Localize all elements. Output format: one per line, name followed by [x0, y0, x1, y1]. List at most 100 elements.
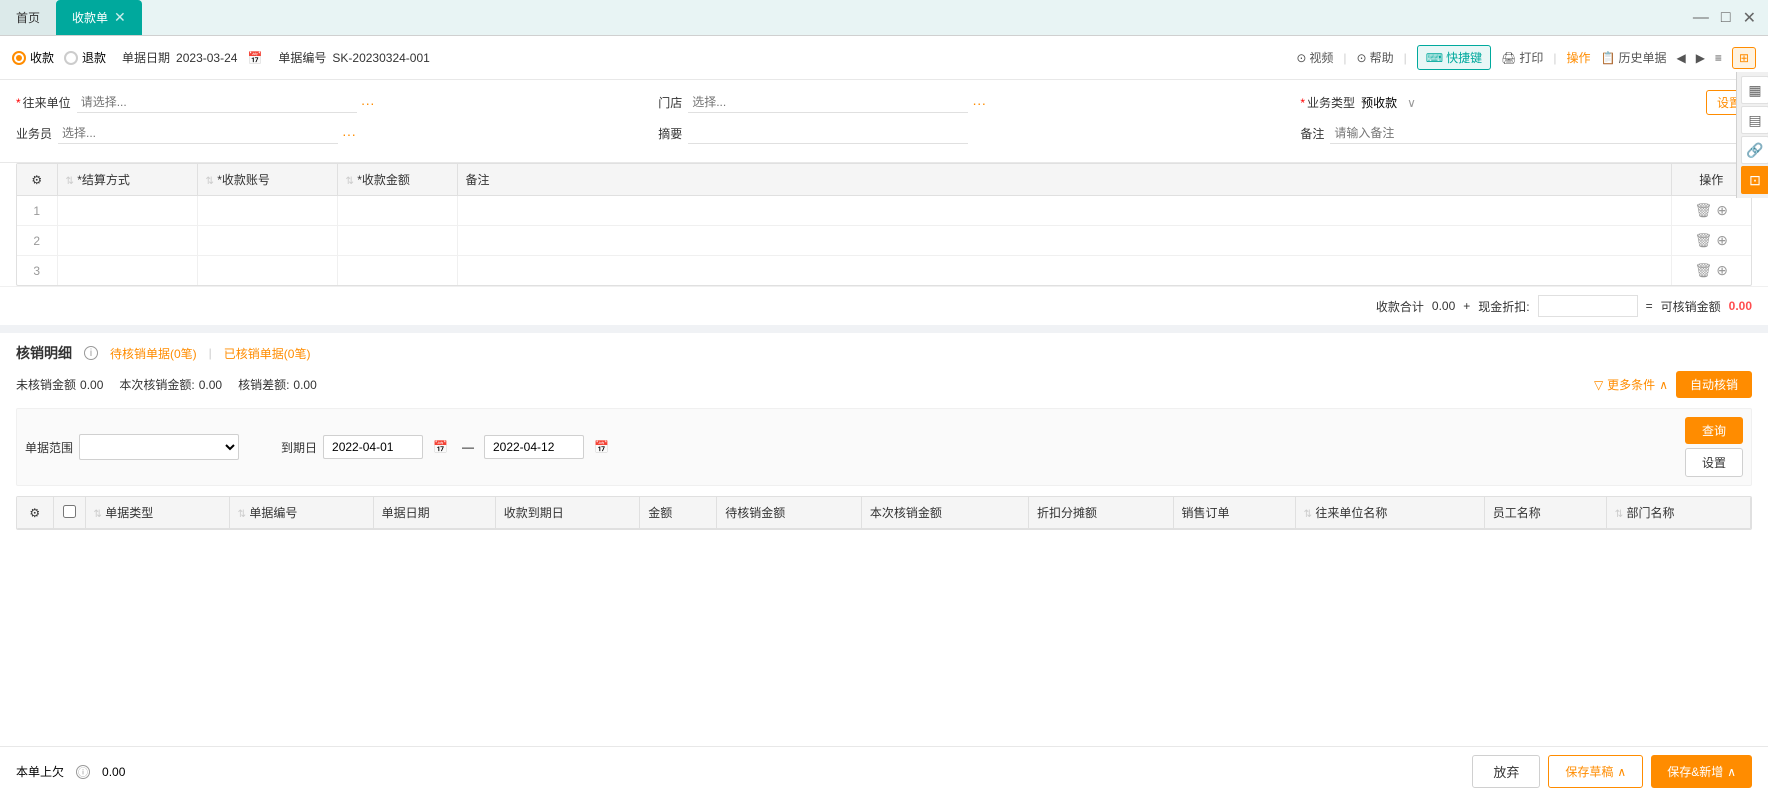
shortcut-btn[interactable]: ⌨ 快捷键: [1417, 45, 1491, 70]
query-btn[interactable]: 查询: [1685, 417, 1743, 444]
delete-icon-1[interactable]: 🗑: [1694, 202, 1712, 219]
reconcile-info-icon[interactable]: i: [84, 346, 98, 360]
bt-col-current: 本次核销金额: [861, 497, 1028, 529]
row1-actions: 🗑 ⊕: [1671, 196, 1751, 226]
radio-refund[interactable]: 退款: [64, 49, 106, 66]
staff-more-btn[interactable]: ···: [338, 126, 360, 142]
date-from-input[interactable]: [323, 435, 423, 459]
copy-icon-1[interactable]: ⊕: [1716, 202, 1728, 219]
history-btn[interactable]: 📋 历史单据: [1600, 49, 1666, 66]
due-label: 到期日: [281, 439, 317, 456]
help-btn[interactable]: ⊙ 帮助: [1357, 49, 1394, 66]
nav-next[interactable]: ▶: [1696, 51, 1705, 65]
abandon-btn[interactable]: 放弃: [1472, 755, 1540, 788]
row1-settlement[interactable]: [57, 196, 197, 226]
discount-input[interactable]: [1538, 295, 1638, 317]
store-field: 门店 ···: [658, 92, 1260, 113]
range-select[interactable]: [79, 434, 239, 460]
remark-input[interactable]: [1330, 123, 1752, 144]
select-all-checkbox[interactable]: [63, 505, 76, 518]
video-label: 视频: [1309, 49, 1333, 66]
row2-amount[interactable]: [337, 226, 457, 256]
tab-close-icon[interactable]: ✕: [114, 9, 126, 26]
row1-remark[interactable]: [457, 196, 1671, 226]
copy-icon-3[interactable]: ⊕: [1716, 262, 1728, 279]
operation-btn[interactable]: 操作: [1566, 49, 1590, 66]
bt-col-due-date: 收款到期日: [495, 497, 640, 529]
row3-settlement[interactable]: [57, 256, 197, 286]
radio-receipt[interactable]: 收款: [12, 49, 54, 66]
close-icon[interactable]: ✕: [1743, 8, 1756, 28]
row2-remark[interactable]: [457, 226, 1671, 256]
store-more-btn[interactable]: ···: [968, 95, 990, 111]
tab-home[interactable]: 首页: [0, 0, 56, 35]
partner-input[interactable]: [77, 92, 357, 113]
row2-settlement[interactable]: [57, 226, 197, 256]
bt-col-partner: ⇅ 往来单位名称: [1295, 497, 1484, 529]
nav-prev[interactable]: ◀: [1676, 51, 1685, 65]
footer-info-label: 本单上欠: [16, 763, 64, 780]
delete-icon-3[interactable]: 🗑: [1694, 262, 1712, 279]
bt-col-checkbox[interactable]: [53, 497, 85, 529]
row2-account[interactable]: [197, 226, 337, 256]
shortcut-icon: ⌨: [1426, 51, 1443, 65]
sidebar-icon-link[interactable]: 🔗: [1741, 136, 1768, 164]
form-area: * 往来单位 ··· 门店 ··· * 业务类型 预收款 ∨ 设置 业务员: [0, 80, 1768, 163]
copy-icon-2[interactable]: ⊕: [1716, 232, 1728, 249]
filter-settings-btn[interactable]: 设置: [1685, 448, 1743, 477]
diff-value: 0.00: [293, 378, 316, 392]
row1-account[interactable]: [197, 196, 337, 226]
minimize-icon[interactable]: —: [1693, 9, 1709, 27]
bottom-table-wrap: ⚙ ⇅ 单据类型 ⇅ 单据编号 单据日期: [16, 496, 1752, 530]
row3-amount[interactable]: [337, 256, 457, 286]
number-label: 单据编号: [278, 49, 326, 66]
more-conditions-btn[interactable]: ▽ 更多条件 ∧: [1594, 376, 1668, 393]
video-btn[interactable]: ⊙ 视频: [1296, 49, 1333, 66]
date-to-input[interactable]: [484, 435, 584, 459]
current-stat: 本次核销金额: 0.00: [119, 376, 222, 393]
auto-reconcile-btn[interactable]: 自动核销: [1676, 371, 1752, 398]
remark-label: 备注: [1300, 125, 1324, 142]
date-icon[interactable]: 📅: [247, 51, 262, 65]
sort-icon2: ⇅: [206, 176, 214, 187]
save-draft-btn[interactable]: 保存草稿 ∧: [1548, 755, 1643, 788]
reconcile-filter-row: 单据范围 到期日 📅 — 📅 查询 设置: [16, 408, 1752, 486]
partner-more-btn[interactable]: ···: [357, 95, 379, 111]
equals-sign: =: [1646, 299, 1653, 313]
col-settings[interactable]: ⚙: [17, 164, 57, 196]
save-new-btn[interactable]: 保存&新增 ∧: [1651, 755, 1752, 788]
calendar-from-icon[interactable]: 📅: [433, 440, 448, 454]
total-value: 0.00: [1432, 299, 1455, 313]
summary-input[interactable]: [688, 123, 968, 144]
row3-remark[interactable]: [457, 256, 1671, 286]
sidebar-icon-list[interactable]: ▤: [1741, 106, 1768, 134]
maximize-icon[interactable]: □: [1721, 9, 1731, 27]
table-header-row: ⚙ ⇅ *结算方式 ⇅ *收款账号 ⇅ *收款金额: [17, 164, 1751, 196]
footer-info-icon[interactable]: ⓘ: [76, 765, 90, 779]
staff-input[interactable]: [58, 123, 338, 144]
print-btn[interactable]: 🖨 打印: [1501, 49, 1543, 66]
calendar-to-icon[interactable]: 📅: [594, 440, 609, 454]
bt-col-settings[interactable]: ⚙: [17, 497, 53, 529]
layout-icon[interactable]: ≡: [1715, 51, 1722, 65]
radio-refund-label: 退款: [82, 49, 106, 66]
row3-account[interactable]: [197, 256, 337, 286]
bt-col-staff: 员工名称: [1484, 497, 1606, 529]
net-label: 可核销金额: [1661, 298, 1721, 315]
sidebar-icon-table[interactable]: ▦: [1741, 76, 1768, 104]
pending-tab-link[interactable]: 待核销单据(0笔): [110, 345, 197, 362]
reconcile-stats: 未核销金额 0.00 本次核销金额: 0.00 核销差额: 0.00 ▽ 更多条…: [16, 371, 1752, 398]
col-account: ⇅ *收款账号: [197, 164, 337, 196]
done-tab-link[interactable]: 已核销单据(0笔): [224, 345, 311, 362]
business-type-arrow[interactable]: ∨: [1407, 96, 1416, 110]
table-row: 2 🗑 ⊕: [17, 226, 1751, 256]
delete-icon-2[interactable]: 🗑: [1694, 232, 1712, 249]
bottom-table: ⚙ ⇅ 单据类型 ⇅ 单据编号 单据日期: [17, 497, 1751, 529]
tab-receipt[interactable]: 收款单 ✕: [56, 0, 142, 35]
filter-actions: 查询 设置: [1685, 417, 1743, 477]
row1-amount[interactable]: [337, 196, 457, 226]
bt-col-amount: 金额: [640, 497, 717, 529]
sidebar-icon-expand[interactable]: ⊡: [1741, 166, 1768, 194]
grid-icon[interactable]: ⊞: [1732, 47, 1756, 69]
store-input[interactable]: [688, 92, 968, 113]
